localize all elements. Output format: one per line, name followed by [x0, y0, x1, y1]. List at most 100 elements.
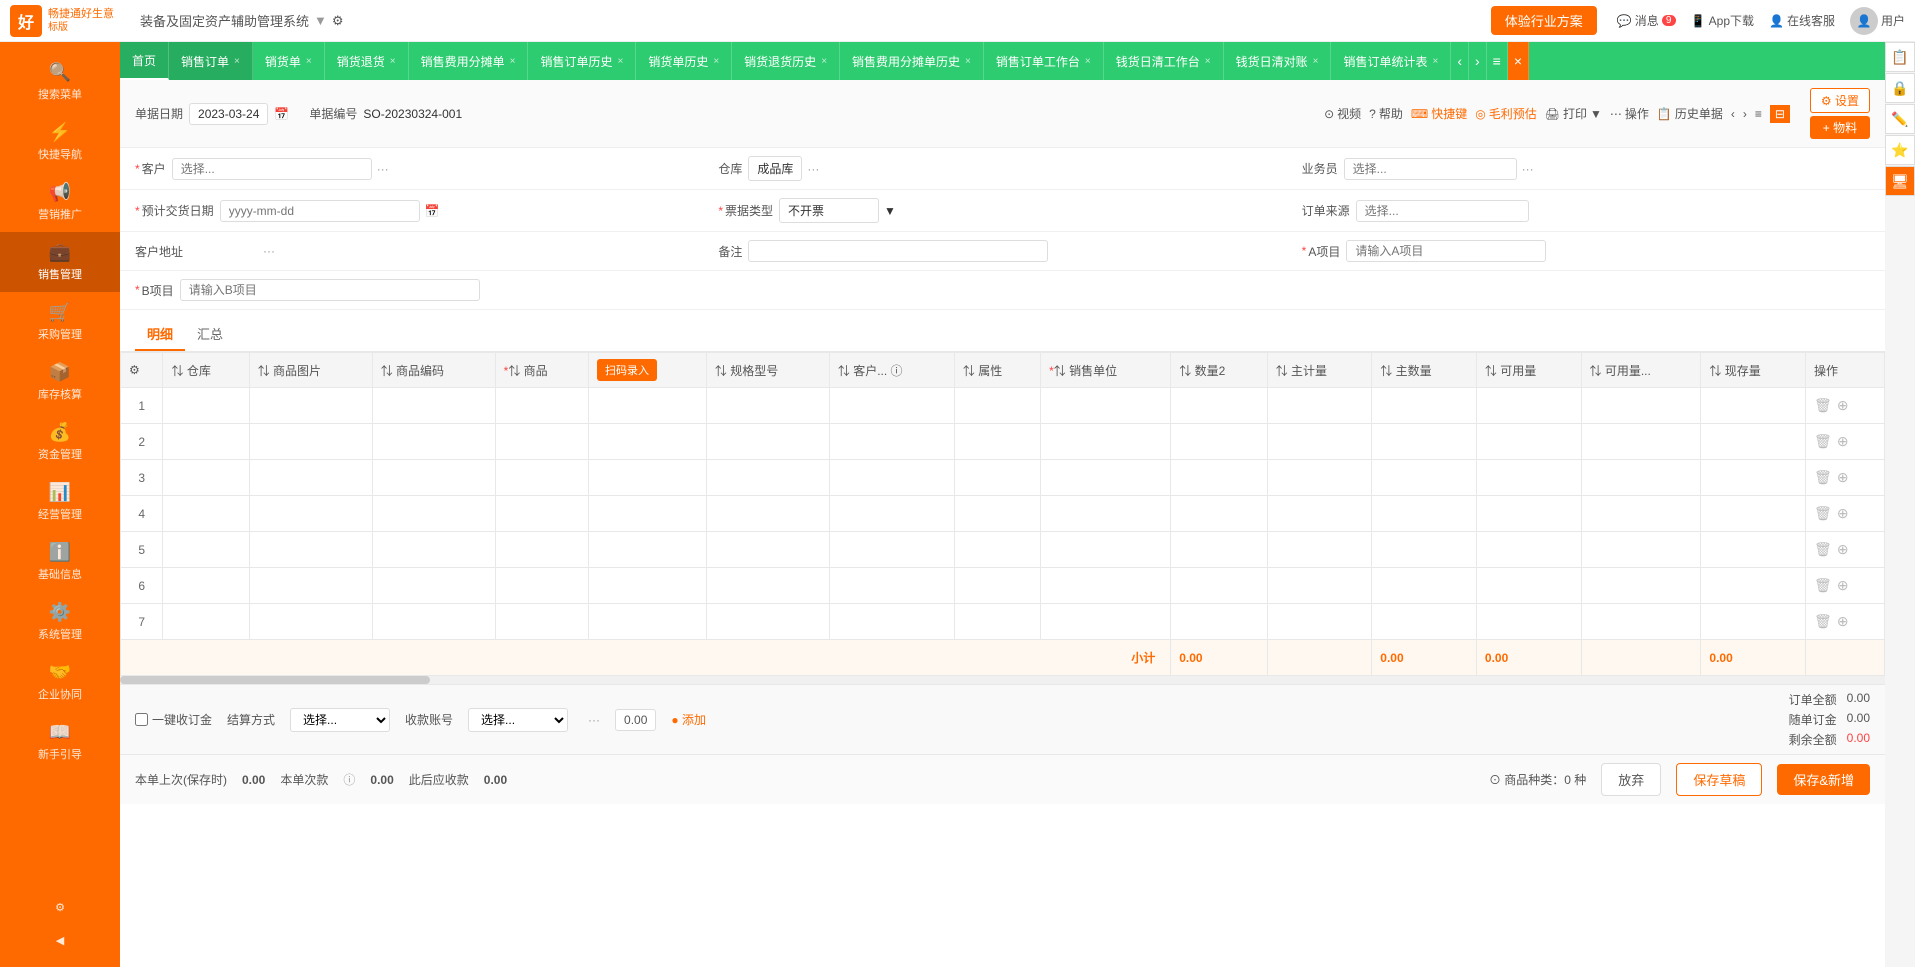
- cell-qty2-7[interactable]: [1171, 604, 1267, 640]
- save-new-button[interactable]: 保存&新增: [1777, 764, 1870, 795]
- cell-image-7[interactable]: [249, 604, 372, 640]
- cell-product-4[interactable]: [495, 496, 588, 532]
- tab-detail[interactable]: 明细: [135, 318, 185, 351]
- cell-main-unit-4[interactable]: [1267, 496, 1372, 532]
- cell-main-unit-1[interactable]: [1267, 388, 1372, 424]
- cell-main-qty-1[interactable]: [1372, 388, 1477, 424]
- cell-unit-6[interactable]: [1041, 568, 1171, 604]
- tab-sales-invoice[interactable]: 销货单 ×: [253, 42, 325, 80]
- cell-main-unit-2[interactable]: [1267, 424, 1372, 460]
- cell-unit-7[interactable]: [1041, 604, 1171, 640]
- cell-image-3[interactable]: [249, 460, 372, 496]
- sidebar-item-basics[interactable]: ℹ️ 基础信息: [0, 532, 120, 592]
- sidebar-item-system[interactable]: ⚙️ 系统管理: [0, 592, 120, 652]
- app-download-item[interactable]: 📱 App下载: [1691, 12, 1754, 29]
- tab-order-workbench[interactable]: 销售订单工作台 ×: [984, 42, 1104, 80]
- cell-customer-4[interactable]: [829, 496, 954, 532]
- view-switch-list[interactable]: ≡: [1755, 107, 1762, 121]
- cell-spec-2[interactable]: [706, 424, 829, 460]
- deposit-amount[interactable]: 0.00: [615, 709, 656, 731]
- cell-product-6[interactable]: [495, 568, 588, 604]
- tab-close-order-workbench[interactable]: ×: [1085, 56, 1091, 67]
- cell-unit-3[interactable]: [1041, 460, 1171, 496]
- cell-qty2-3[interactable]: [1171, 460, 1267, 496]
- cell-current-1[interactable]: [1701, 388, 1806, 424]
- settings-icon2[interactable]: ⚙: [129, 363, 140, 377]
- cell-spec-5[interactable]: [706, 532, 829, 568]
- b-project-input[interactable]: [180, 279, 480, 301]
- settings-icon[interactable]: ⚙: [332, 13, 344, 29]
- cell-product-3[interactable]: [495, 460, 588, 496]
- cell-qty2-6[interactable]: [1171, 568, 1267, 604]
- cell-available-3[interactable]: [1476, 460, 1581, 496]
- cell-customer-6[interactable]: [829, 568, 954, 604]
- sidebar-item-cooperation[interactable]: 🤝 企业协同: [0, 652, 120, 712]
- delete-icon-1[interactable]: 🗑: [1814, 397, 1832, 414]
- delete-icon-5[interactable]: 🗑: [1814, 541, 1832, 558]
- date-value[interactable]: 2023-03-24: [189, 103, 268, 125]
- add-link[interactable]: ● 添加: [671, 711, 706, 728]
- sidebar-item-operations[interactable]: 📊 经营管理: [0, 472, 120, 532]
- cell-qty2-1[interactable]: [1171, 388, 1267, 424]
- copy-icon-2[interactable]: ⊕: [1837, 433, 1849, 450]
- delete-icon-7[interactable]: 🗑: [1814, 613, 1832, 630]
- cell-code-3[interactable]: [372, 460, 495, 496]
- cell-attr-1[interactable]: [954, 388, 1040, 424]
- sidebar-item-marketing[interactable]: 📢 营销推广: [0, 172, 120, 232]
- copy-icon-6[interactable]: ⊕: [1837, 577, 1849, 594]
- cell-available-2[interactable]: [1476, 424, 1581, 460]
- cell-code-2[interactable]: [372, 424, 495, 460]
- tab-fee-history[interactable]: 销售费用分摊单历史 ×: [840, 42, 984, 80]
- cell-code-4[interactable]: [372, 496, 495, 532]
- cell-available2-7[interactable]: [1581, 604, 1701, 640]
- cell-qty2-2[interactable]: [1171, 424, 1267, 460]
- tab-close-sales-invoice[interactable]: ×: [306, 56, 312, 67]
- cell-main-qty-2[interactable]: [1372, 424, 1477, 460]
- invoice-type-value[interactable]: 不开票: [779, 198, 879, 223]
- horizontal-scrollbar[interactable]: [120, 676, 1885, 684]
- history-btn[interactable]: 📋 历史单据: [1657, 105, 1723, 122]
- right-panel-btn-5[interactable]: 🖥: [1885, 166, 1915, 196]
- tab-close-sales-fee[interactable]: ×: [510, 56, 516, 67]
- cell-customer-7[interactable]: [829, 604, 954, 640]
- cell-spec-7[interactable]: [706, 604, 829, 640]
- cell-customer-3[interactable]: [829, 460, 954, 496]
- calendar-icon2[interactable]: 📅: [425, 204, 440, 218]
- cell-warehouse-7[interactable]: [163, 604, 249, 640]
- cell-code-7[interactable]: [372, 604, 495, 640]
- cell-main-qty-5[interactable]: [1372, 532, 1477, 568]
- tab-close-invoice-history[interactable]: ×: [713, 56, 719, 67]
- copy-icon-3[interactable]: ⊕: [1837, 469, 1849, 486]
- cell-warehouse-3[interactable]: [163, 460, 249, 496]
- tab-sales-return[interactable]: 销货退货 ×: [325, 42, 409, 80]
- payment-method-select[interactable]: 选择...: [290, 708, 390, 732]
- cell-code-6[interactable]: [372, 568, 495, 604]
- salesperson-input[interactable]: [1344, 158, 1517, 180]
- copy-icon-5[interactable]: ⊕: [1837, 541, 1849, 558]
- delivery-date-input[interactable]: [220, 200, 420, 222]
- cell-main-unit-5[interactable]: [1267, 532, 1372, 568]
- tab-close-sales-return[interactable]: ×: [390, 56, 396, 67]
- cell-current-5[interactable]: [1701, 532, 1806, 568]
- cell-spec-6[interactable]: [706, 568, 829, 604]
- cell-available2-3[interactable]: [1581, 460, 1701, 496]
- tab-home[interactable]: 首页: [120, 42, 169, 80]
- cell-available-1[interactable]: [1476, 388, 1581, 424]
- cell-image-6[interactable]: [249, 568, 372, 604]
- cell-product-2[interactable]: [495, 424, 588, 460]
- tab-menu-btn[interactable]: ≡: [1487, 42, 1508, 80]
- cell-available2-1[interactable]: [1581, 388, 1701, 424]
- order-source-input[interactable]: [1356, 200, 1529, 222]
- tab-sales-order[interactable]: 销售订单 ×: [169, 42, 253, 80]
- cell-available-5[interactable]: [1476, 532, 1581, 568]
- cell-current-6[interactable]: [1701, 568, 1806, 604]
- sidebar-item-finance[interactable]: 💰 资金管理: [0, 412, 120, 472]
- sidebar-item-search[interactable]: 🔍 搜索菜单: [0, 52, 120, 112]
- sidebar-settings-btn[interactable]: ⚙: [0, 891, 120, 924]
- nav-right-icon[interactable]: ›: [1743, 107, 1747, 121]
- cell-customer-2[interactable]: [829, 424, 954, 460]
- cell-unit-1[interactable]: [1041, 388, 1171, 424]
- tab-daily-clear-account[interactable]: 钱货日清对账 ×: [1224, 42, 1332, 80]
- add-material-button[interactable]: + 物料: [1810, 116, 1870, 139]
- cell-attr-5[interactable]: [954, 532, 1040, 568]
